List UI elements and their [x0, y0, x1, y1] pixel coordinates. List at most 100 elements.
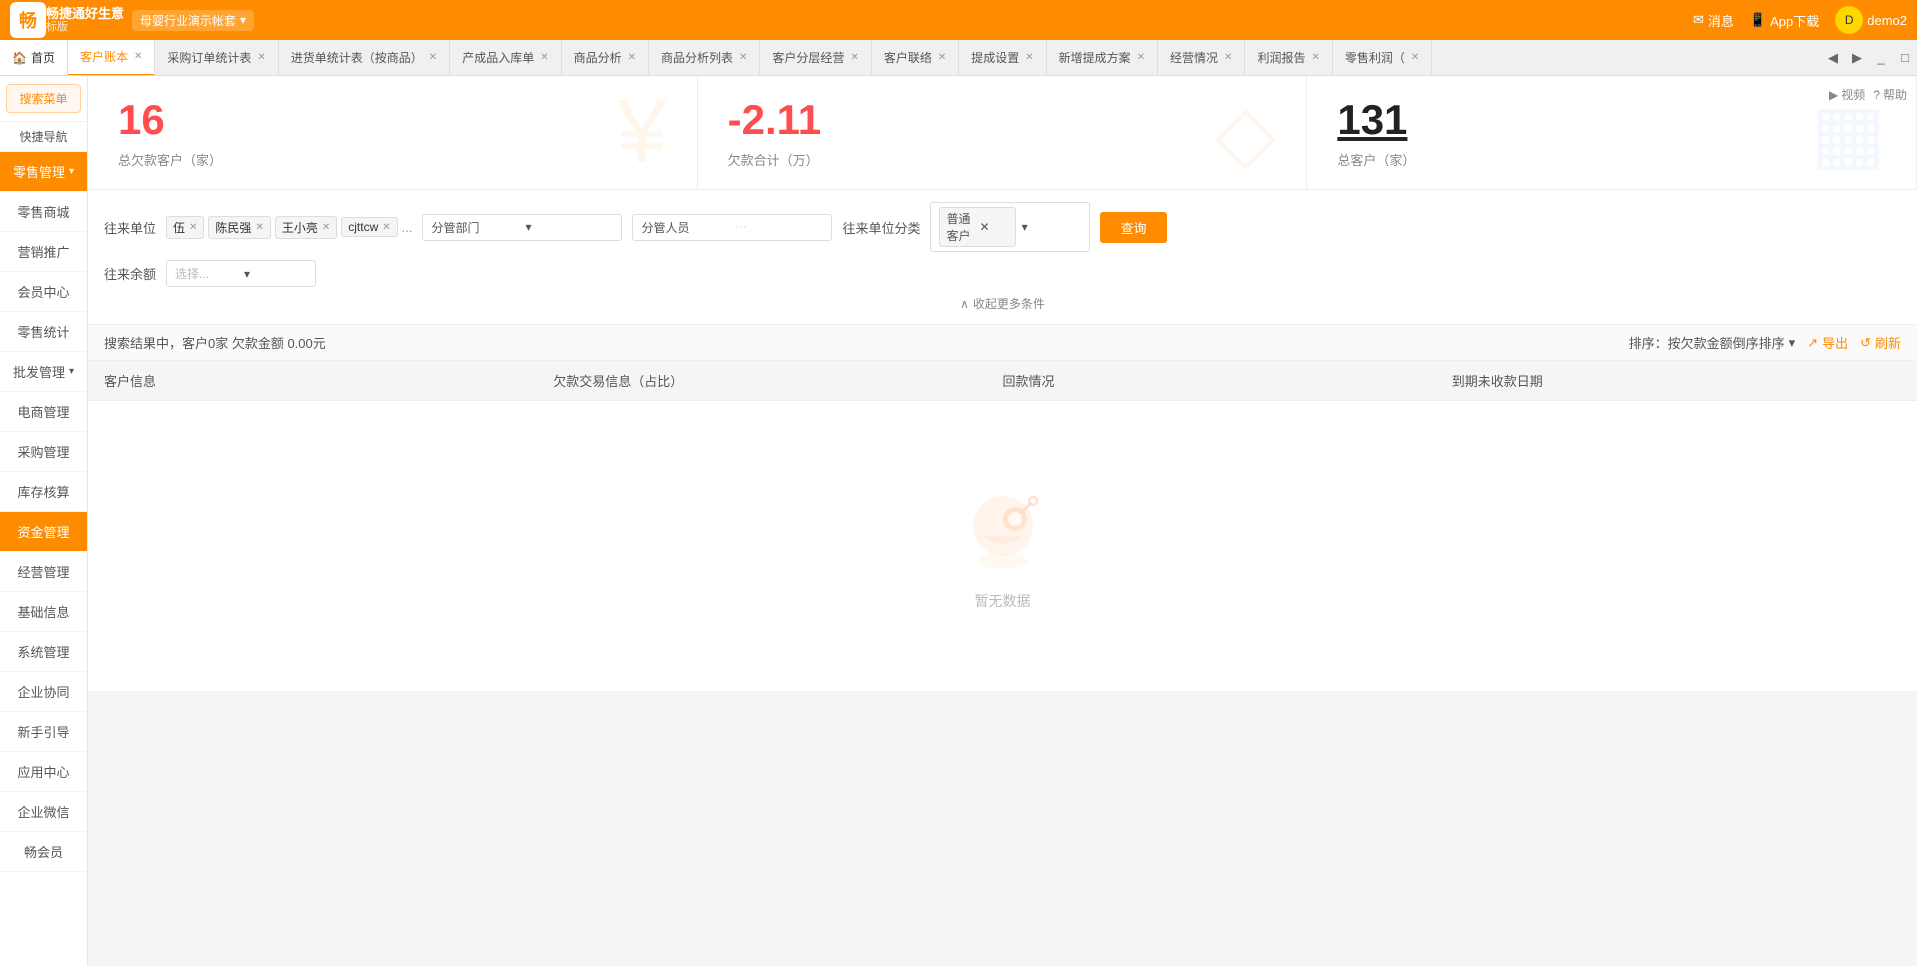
tab-close-icon[interactable]: ✕ [1411, 52, 1419, 63]
quick-nav-button[interactable]: 快捷导航 [0, 122, 87, 152]
empty-text: 暂无数据 [975, 591, 1031, 611]
table-col-due-date: 到期未收款日期 [1452, 371, 1901, 390]
app-download-button[interactable]: 📱 App下载 [1750, 11, 1819, 30]
sidebar-item-new-guide[interactable]: 新手引导 [0, 712, 87, 752]
sidebar-search-area: 搜索菜单 [0, 76, 87, 122]
tab-close-icon[interactable]: ✕ [1025, 52, 1033, 63]
tab-bar: 🏠 首页 客户账本 ✕ 采购订单统计表 ✕ 进货单统计表（按商品） ✕ 产成品入… [0, 40, 1917, 76]
sort-label: 排序：按欠款金额倒序排序 [1629, 333, 1785, 352]
balance-select[interactable]: 选择... ▾ [166, 260, 316, 287]
tab-close-icon[interactable]: ✕ [1137, 52, 1145, 63]
unit-tag-cjttcw: cjttcw ✕ [341, 217, 397, 237]
video-help-button[interactable]: ▶ 视频 [1829, 86, 1865, 103]
sidebar-item-vip-member[interactable]: 畅会员 [0, 832, 87, 872]
sort-button[interactable]: 排序：按欠款金额倒序排序 ▾ [1629, 333, 1796, 352]
tab-customer-book[interactable]: 客户账本 ✕ [68, 40, 155, 76]
tab-close-icon[interactable]: ✕ [540, 52, 548, 63]
page-help-area: ▶ 视频 ? 帮助 [1829, 86, 1907, 103]
table-col-customer-info: 客户信息 [104, 371, 553, 390]
stat-card-debt: ◇ -2.11 欠款合计（万） [698, 76, 1308, 189]
home-icon: 🏠 [12, 51, 27, 65]
query-button[interactable]: 查询 [1100, 212, 1166, 243]
unit-tag-wang-close[interactable]: ✕ [322, 222, 330, 233]
sidebar-item-retail[interactable]: 零售管理 ▾ [0, 152, 87, 192]
tab-close-icon[interactable]: ✕ [628, 52, 636, 63]
tab-close-icon[interactable]: ✕ [429, 52, 437, 63]
sidebar-item-ecommerce[interactable]: 电商管理 [0, 392, 87, 432]
tab-home[interactable]: 🏠 首页 [0, 40, 68, 76]
sidebar-item-purchase[interactable]: 采购管理 [0, 432, 87, 472]
tab-promotion-settings[interactable]: 提成设置 ✕ [959, 40, 1046, 76]
tab-new-promotion[interactable]: 新增提成方案 ✕ [1047, 40, 1158, 76]
balance-chevron: ▾ [244, 267, 307, 281]
sidebar-item-inventory[interactable]: 库存核算 [0, 472, 87, 512]
tab-minimize-button[interactable]: _ [1869, 40, 1893, 76]
stat-bg-diamond-icon: ◇ [1215, 86, 1277, 179]
tab-product-analysis[interactable]: 商品分析 ✕ [562, 40, 649, 76]
sidebar-item-enterprise-collab[interactable]: 企业协同 [0, 672, 87, 712]
empty-state: 暂无数据 [88, 401, 1917, 691]
stat-value-debt: -2.11 [728, 96, 821, 144]
tab-production-instock[interactable]: 产成品入库单 ✕ [450, 40, 561, 76]
unit-tags: 伍 ✕ 陈民强 ✕ 王小亮 ✕ [166, 216, 412, 239]
sidebar-item-wholesale[interactable]: 批发管理 ▾ [0, 352, 87, 392]
stats-row: ¥ 16 总欠款客户（家） ◇ -2.11 欠款合计（万） ▦ 131 总客户（… [88, 76, 1917, 190]
sidebar-item-retail-shop[interactable]: 零售商城 [0, 192, 87, 232]
sidebar-item-retail-stats[interactable]: 零售统计 [0, 312, 87, 352]
refresh-button[interactable]: ↺ 刷新 [1860, 333, 1901, 352]
unit-tag-wu-close[interactable]: ✕ [189, 222, 197, 233]
help-button[interactable]: ? 帮助 [1873, 86, 1907, 103]
sidebar-item-app-center[interactable]: 应用中心 [0, 752, 87, 792]
result-bar-right: 排序：按欠款金额倒序排序 ▾ ↗ 导出 ↺ 刷新 [1629, 333, 1901, 352]
tab-close-icon[interactable]: ✕ [850, 52, 858, 63]
sidebar-item-operations[interactable]: 经营管理 [0, 552, 87, 592]
dept-select-chevron: ▾ [525, 220, 613, 234]
tab-close-icon[interactable]: ✕ [1311, 52, 1319, 63]
stat-value-customers: 16 [118, 96, 165, 144]
unit-class-tag-normal: 普通客户 ✕ [939, 207, 1015, 247]
sidebar-item-marketing[interactable]: 营销推广 [0, 232, 87, 272]
tab-purchase-order[interactable]: 采购订单统计表 ✕ [155, 40, 278, 76]
tab-close-icon[interactable]: ✕ [134, 51, 142, 62]
tab-product-analysis-list[interactable]: 商品分析列表 ✕ [649, 40, 760, 76]
unit-tag-chen: 陈民强 ✕ [208, 216, 270, 239]
sidebar-item-finance[interactable]: 资金管理 [0, 512, 87, 552]
unit-class-chevron: ▾ [1022, 220, 1082, 234]
tab-profit-report[interactable]: 利润报告 ✕ [1245, 40, 1332, 76]
tab-customer-contact[interactable]: 客户联络 ✕ [872, 40, 959, 76]
sidebar-item-member[interactable]: 会员中心 [0, 272, 87, 312]
tab-scroll-left-button[interactable]: ◀ [1821, 40, 1845, 76]
tab-retail-profit[interactable]: 零售利润（ ✕ [1333, 40, 1432, 76]
unit-tag-chen-close[interactable]: ✕ [255, 222, 263, 233]
sidebar-item-system[interactable]: 系统管理 [0, 632, 87, 672]
table-header: 客户信息 欠款交易信息（占比） 回款情况 到期未收款日期 [88, 361, 1917, 401]
tab-maximize-button[interactable]: □ [1893, 40, 1917, 76]
tab-close-icon[interactable]: ✕ [257, 52, 265, 63]
account-selector[interactable]: 母婴行业演示帐套 ▾ [132, 10, 254, 31]
message-button[interactable]: ✉ 消息 [1693, 11, 1734, 30]
tab-customer-seg[interactable]: 客户分层经营 ✕ [760, 40, 871, 76]
search-menu-button[interactable]: 搜索菜单 [6, 84, 81, 113]
sidebar-item-enterprise-wechat[interactable]: 企业微信 [0, 792, 87, 832]
sidebar-item-basic-info[interactable]: 基础信息 [0, 592, 87, 632]
tab-scroll-right-button[interactable]: ▶ [1845, 40, 1869, 76]
dept-select-label: 分管部门 [431, 219, 519, 236]
tab-close-icon[interactable]: ✕ [739, 52, 747, 63]
result-bar: 搜索结果中，客户0家 欠款金额 0.00元 排序：按欠款金额倒序排序 ▾ ↗ 导… [88, 325, 1917, 361]
balance-filter-label: 往来余额 [104, 264, 156, 283]
stat-label-customers: 总欠款客户（家） [118, 150, 222, 169]
person-select[interactable]: 分管人员 ··· [632, 214, 832, 241]
user-avatar-button[interactable]: D demo2 [1835, 6, 1907, 34]
unit-class-tag-close[interactable]: ✕ [980, 220, 1009, 234]
unit-class-select[interactable]: 普通客户 ✕ ▾ [930, 202, 1090, 252]
unit-tags-more-button[interactable]: ... [402, 220, 413, 235]
tab-instock-stats[interactable]: 进货单统计表（按商品） ✕ [279, 40, 450, 76]
collapse-button[interactable]: ∧ 收起更多条件 [960, 295, 1045, 312]
dept-select[interactable]: 分管部门 ▾ [422, 214, 622, 241]
tab-business-status[interactable]: 经营情况 ✕ [1158, 40, 1245, 76]
unit-tag-cjttcw-close[interactable]: ✕ [382, 222, 390, 233]
tab-close-icon[interactable]: ✕ [1224, 52, 1232, 63]
stat-card-customers: ¥ 16 总欠款客户（家） [88, 76, 698, 189]
tab-close-icon[interactable]: ✕ [938, 52, 946, 63]
export-button[interactable]: ↗ 导出 [1807, 333, 1848, 352]
